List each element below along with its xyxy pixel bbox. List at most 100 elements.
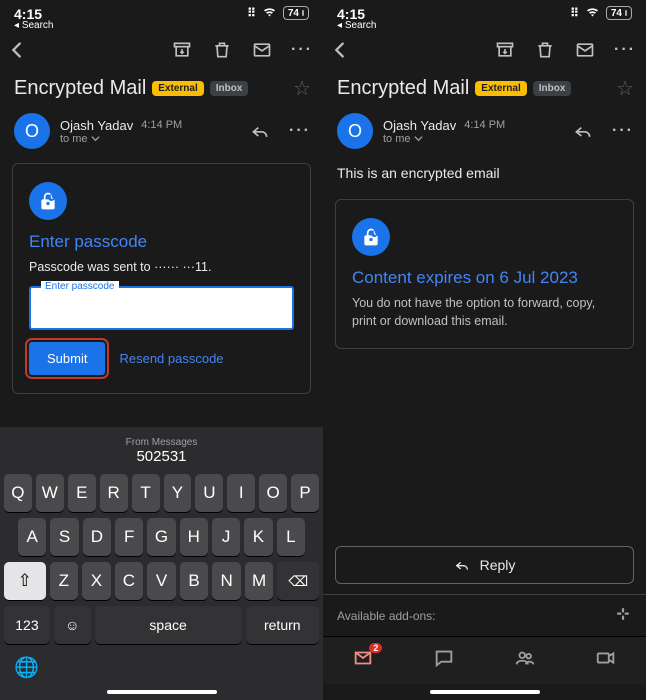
inbox-badge: Inbox [533, 81, 572, 96]
key-o[interactable]: O [259, 474, 287, 512]
back-icon[interactable] [329, 39, 351, 61]
star-icon[interactable]: ☆ [616, 76, 634, 101]
home-indicator[interactable] [0, 684, 323, 700]
nav-mail-icon[interactable]: 2 [352, 647, 374, 674]
key-k[interactable]: K [244, 518, 272, 556]
lock-clock-icon [352, 218, 390, 256]
resend-link[interactable]: Resend passcode [119, 351, 223, 366]
bottom-nav: 2 [323, 636, 646, 684]
key-z[interactable]: Z [50, 562, 79, 600]
nav-meet-icon[interactable] [595, 647, 617, 674]
space-key[interactable]: space [95, 606, 242, 644]
globe-icon[interactable]: 🌐 [14, 655, 39, 680]
key-y[interactable]: Y [164, 474, 192, 512]
keyboard-suggestion[interactable]: From Messages 502531 [0, 433, 323, 471]
sender-row: O Ojash Yadav 4:14 PM to me ··· [0, 109, 323, 159]
toolbar: ··· [0, 28, 323, 72]
archive-icon[interactable] [171, 39, 193, 61]
more-icon[interactable]: ··· [291, 41, 313, 59]
emoji-key[interactable]: ☺ [54, 606, 91, 644]
sender-more-icon[interactable]: ··· [612, 122, 634, 140]
signal-icon: ⠿ [570, 6, 579, 20]
card-desc: Passcode was sent to ······ ···11. [29, 258, 294, 276]
key-l[interactable]: L [277, 518, 305, 556]
card-title: Enter passcode [29, 232, 294, 252]
key-row-2: ASDFGHJKL [0, 515, 323, 559]
addons-label: Available add-ons: [337, 609, 436, 623]
shift-key[interactable]: ⇧ [4, 562, 46, 600]
email-body: This is an encrypted email [323, 159, 646, 195]
trash-icon[interactable] [534, 39, 556, 61]
subject-row: Encrypted Mail External Inbox ☆ [0, 72, 323, 109]
nav-spaces-icon[interactable] [514, 647, 536, 674]
back-icon[interactable] [6, 39, 28, 61]
sender-more-icon[interactable]: ··· [289, 122, 311, 140]
mail-icon[interactable] [574, 39, 596, 61]
recipient-dropdown[interactable]: to me [60, 133, 239, 145]
slack-icon[interactable] [614, 605, 632, 626]
avatar[interactable]: O [337, 113, 373, 149]
right-screenshot: 4:15 Search ⠿ 74 ··· Encrypted Mail Exte… [323, 0, 646, 700]
battery-icon: 74 [606, 6, 632, 20]
reply-icon[interactable] [249, 120, 271, 142]
key-d[interactable]: D [83, 518, 111, 556]
key-j[interactable]: J [212, 518, 240, 556]
reply-button[interactable]: Reply [335, 546, 634, 584]
toolbar: ··· [323, 28, 646, 72]
key-r[interactable]: R [100, 474, 128, 512]
key-row-4: 123 ☺ space return [0, 603, 323, 647]
key-x[interactable]: X [82, 562, 111, 600]
key-s[interactable]: S [50, 518, 78, 556]
key-row-1: QWERTYUIOP [0, 471, 323, 515]
sender-time: 4:14 PM [141, 119, 182, 131]
key-v[interactable]: V [147, 562, 176, 600]
numbers-key[interactable]: 123 [4, 606, 50, 644]
submit-button[interactable]: Submit [29, 342, 105, 375]
star-icon[interactable]: ☆ [293, 76, 311, 101]
key-i[interactable]: I [227, 474, 255, 512]
key-w[interactable]: W [36, 474, 64, 512]
key-b[interactable]: B [180, 562, 209, 600]
left-screenshot: 4:15 Search ⠿ 74 ··· Encrypted Mail Exte… [0, 0, 323, 700]
passcode-input[interactable]: Enter passcode [29, 286, 294, 330]
status-bar: 4:15 Search ⠿ 74 [323, 0, 646, 28]
wifi-icon [585, 6, 600, 20]
sender-name: Ojash Yadav [383, 118, 456, 133]
return-key[interactable]: return [246, 606, 319, 644]
key-a[interactable]: A [18, 518, 46, 556]
expiry-card: Content expires on 6 Jul 2023 You do not… [335, 199, 634, 349]
key-g[interactable]: G [147, 518, 175, 556]
key-n[interactable]: N [212, 562, 241, 600]
key-e[interactable]: E [68, 474, 96, 512]
reply-icon[interactable] [572, 120, 594, 142]
nav-chat-icon[interactable] [433, 647, 455, 674]
key-q[interactable]: Q [4, 474, 32, 512]
expiry-title: Content expires on 6 Jul 2023 [352, 268, 617, 288]
keyboard: From Messages 502531 QWERTYUIOP ASDFGHJK… [0, 427, 323, 700]
more-icon[interactable]: ··· [614, 41, 636, 59]
wifi-icon [262, 6, 277, 20]
avatar[interactable]: O [14, 113, 50, 149]
key-p[interactable]: P [291, 474, 319, 512]
subject-text: Encrypted Mail [337, 77, 469, 100]
lock-clock-icon [29, 182, 67, 220]
key-row-3: ⇧ ZXCVBNM ⌫ [0, 559, 323, 603]
external-badge: External [152, 81, 203, 96]
key-f[interactable]: F [115, 518, 143, 556]
key-m[interactable]: M [245, 562, 274, 600]
key-t[interactable]: T [132, 474, 160, 512]
signal-icon: ⠿ [247, 6, 256, 20]
trash-icon[interactable] [211, 39, 233, 61]
key-u[interactable]: U [195, 474, 223, 512]
battery-icon: 74 [283, 6, 309, 20]
home-indicator[interactable] [323, 684, 646, 700]
expiry-text: You do not have the option to forward, c… [352, 294, 617, 330]
backspace-key[interactable]: ⌫ [277, 562, 319, 600]
sender-row: O Ojash Yadav 4:14 PM to me ··· [323, 109, 646, 159]
key-h[interactable]: H [180, 518, 208, 556]
archive-icon[interactable] [494, 39, 516, 61]
key-c[interactable]: C [115, 562, 144, 600]
addons-row: Available add-ons: [323, 594, 646, 636]
mail-icon[interactable] [251, 39, 273, 61]
recipient-dropdown[interactable]: to me [383, 133, 562, 145]
